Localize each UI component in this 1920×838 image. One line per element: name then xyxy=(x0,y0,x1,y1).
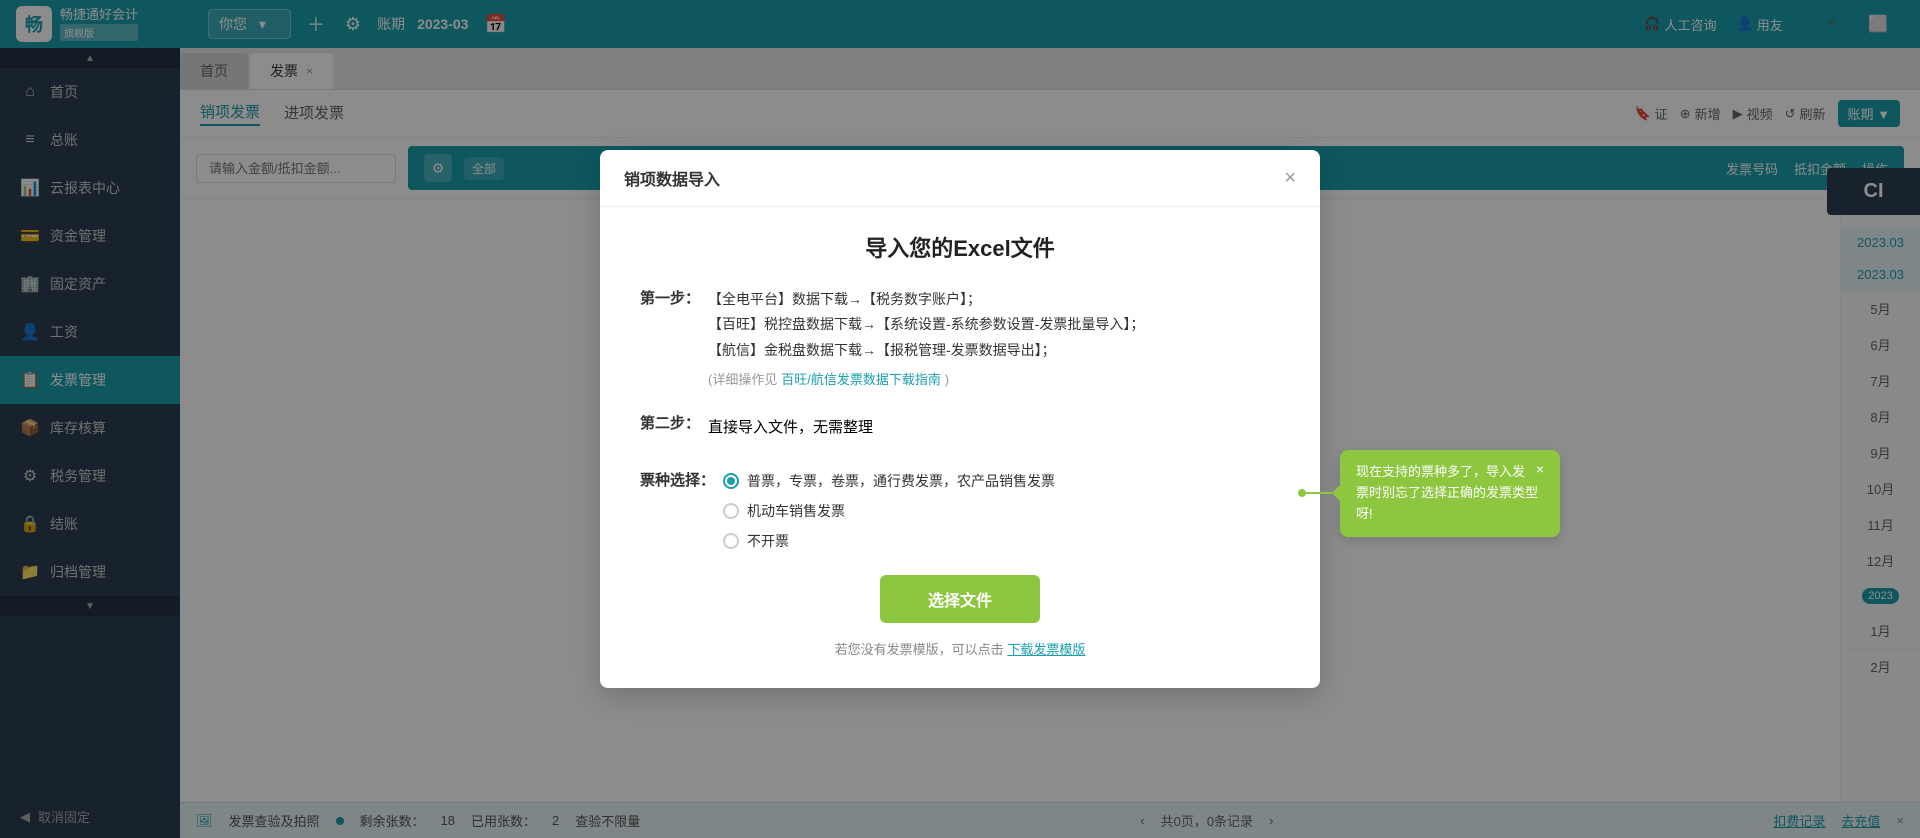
step2-label: 第二步： xyxy=(640,412,700,433)
radio-label-1: 机动车销售发票 xyxy=(747,501,845,521)
step1-link-area: (详细操作见 百旺/航信发票数据下载指南 ) xyxy=(708,367,1144,392)
step1-link-prefix: (详细操作见 xyxy=(708,372,777,387)
step2-section: 第二步： 直接导入文件，无需整理 xyxy=(640,412,1280,441)
radio-circle-1 xyxy=(723,503,739,519)
step1-line2: 【百旺】税控盘数据下载→【系统设置-系统参数设置-发票批量导入】； xyxy=(708,312,1144,337)
step2-text: 直接导入文件，无需整理 xyxy=(708,416,873,437)
radio-inner-0 xyxy=(727,477,735,485)
step1-line1: 【全电平台】数据下载→【税务数字账户】； xyxy=(708,287,1144,312)
footer-text: 若您没有发票模版，可以点击 xyxy=(835,642,1004,657)
modal-body: 导入您的Excel文件 第一步： 【全电平台】数据下载→【税务数字账户】； 【百… xyxy=(600,207,1320,688)
modal-title: 销项数据导入 xyxy=(624,166,720,190)
step1-link-suffix: ) xyxy=(945,372,949,387)
step1-section: 第一步： 【全电平台】数据下载→【税务数字账户】； 【百旺】税控盘数据下载→【系… xyxy=(640,287,1280,392)
download-template-link[interactable]: 下载发票模版 xyxy=(1007,642,1085,657)
radio-item-1[interactable]: 机动车销售发票 xyxy=(723,501,1055,521)
step1-download-guide-link[interactable]: 百旺/航信发票数据下载指南 xyxy=(781,372,941,387)
modal-close-btn[interactable]: × xyxy=(1284,168,1296,188)
step1-line3: 【航信】金税盘数据下载→【报税管理-发票数据导出】； xyxy=(708,338,1144,363)
select-file-area: 选择文件 xyxy=(640,575,1280,623)
modal-overlay: 销项数据导入 × 导入您的Excel文件 第一步： 【全电平台】数据下载→【税务… xyxy=(0,0,1920,838)
radio-item-2[interactable]: 不开票 xyxy=(723,531,1055,551)
import-modal: 销项数据导入 × 导入您的Excel文件 第一步： 【全电平台】数据下载→【税务… xyxy=(600,150,1320,688)
tooltip-close-btn[interactable]: × xyxy=(1536,462,1544,476)
radio-label-0: 普票，专票，卷票，通行费发票，农产品销售发票 xyxy=(747,471,1055,491)
ticket-section: 票种选择： 普票，专票，卷票，通行费发票，农产品销售发票 xyxy=(640,461,1280,551)
tooltip-bubble: × 现在支持的票种多了，导入发票时别忘了选择正确的发票类型呀! xyxy=(1340,450,1560,536)
modal-main-title: 导入您的Excel文件 xyxy=(640,231,1280,263)
radio-circle-2 xyxy=(723,533,739,549)
select-file-btn[interactable]: 选择文件 xyxy=(880,575,1040,623)
ticket-label: 票种选择： xyxy=(640,469,715,490)
modal-footer: 若您没有发票模版，可以点击 下载发票模版 xyxy=(640,639,1280,658)
tooltip-arrow xyxy=(1332,485,1340,501)
radio-label-2: 不开票 xyxy=(747,531,789,551)
modal-wrapper: 销项数据导入 × 导入您的Excel文件 第一步： 【全电平台】数据下载→【税务… xyxy=(600,150,1320,688)
radio-item-0[interactable]: 普票，专票，卷票，通行费发票，农产品销售发票 xyxy=(723,471,1055,491)
step1-content: 【全电平台】数据下载→【税务数字账户】； 【百旺】税控盘数据下载→【系统设置-系… xyxy=(708,287,1144,392)
radio-circle-0 xyxy=(723,473,739,489)
modal-header: 销项数据导入 × xyxy=(600,150,1320,207)
tooltip-text: 现在支持的票种多了，导入发票时别忘了选择正确的发票类型呀! xyxy=(1356,464,1538,521)
step1-label: 第一步： xyxy=(640,287,700,384)
tooltip-line xyxy=(1304,492,1332,494)
radio-group: 普票，专票，卷票，通行费发票，农产品销售发票 机动车销售发票 不开票 xyxy=(723,471,1055,551)
